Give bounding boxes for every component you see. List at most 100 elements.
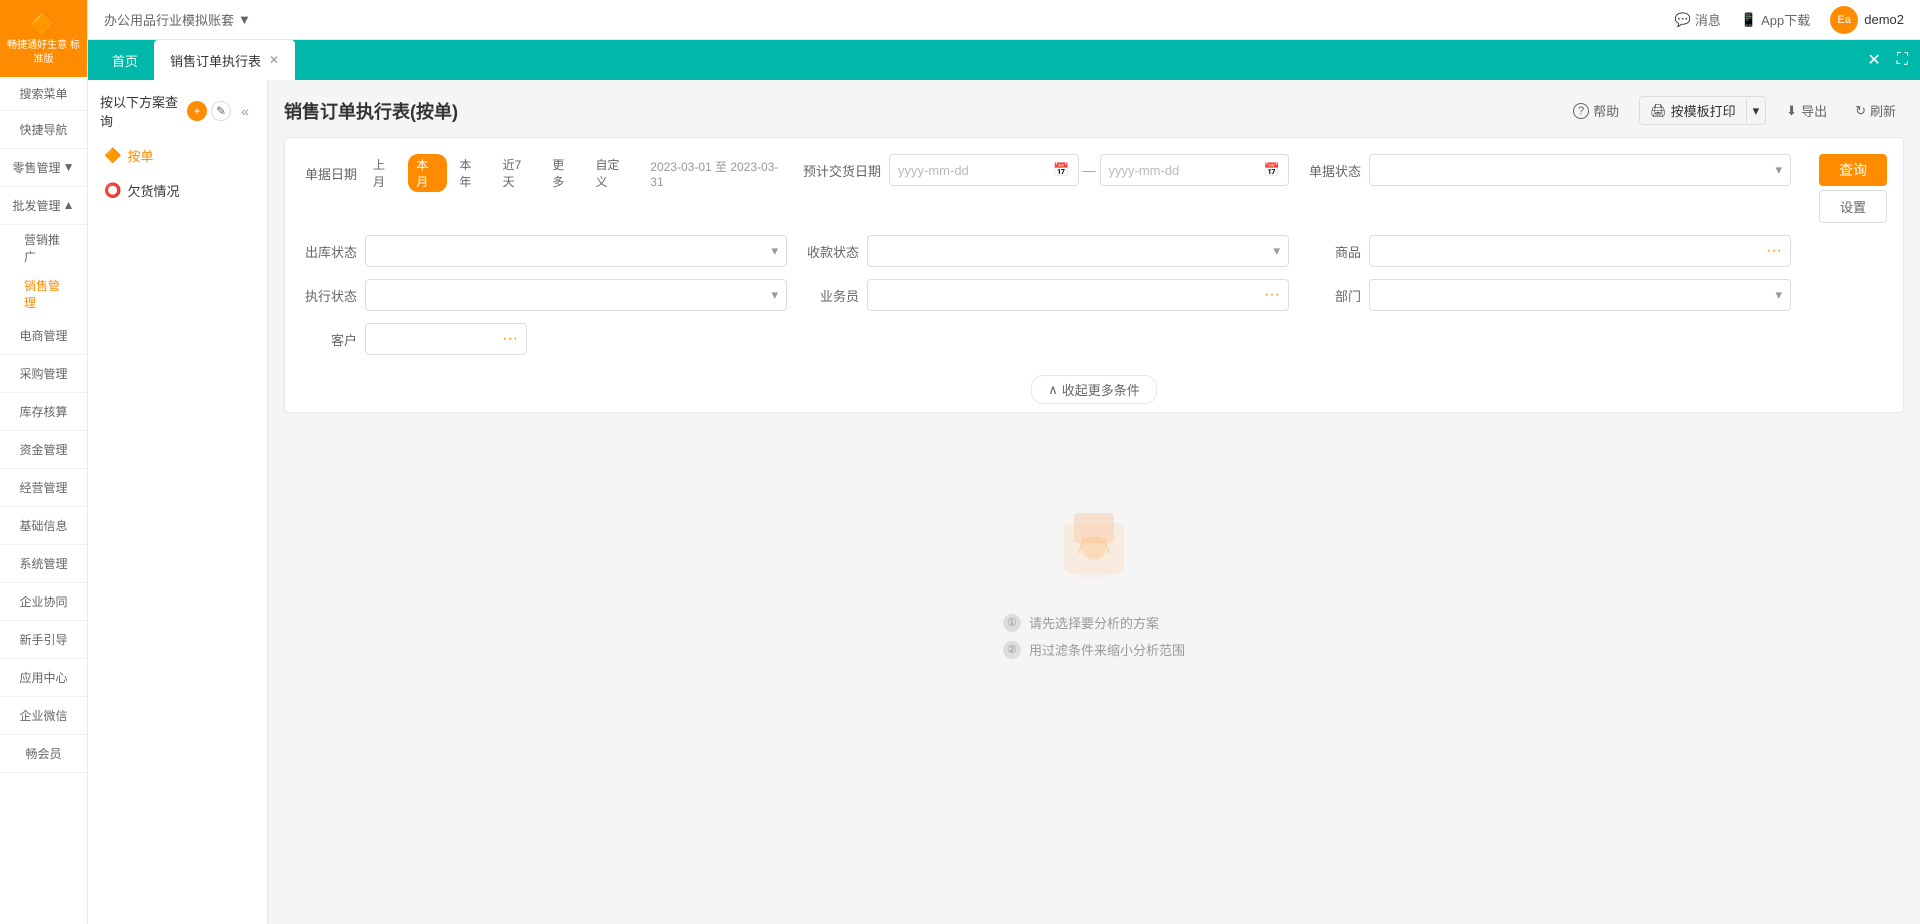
logo-icon: 🔶: [6, 10, 81, 39]
goods-dots-icon[interactable]: ···: [1766, 242, 1782, 260]
tab-sales-order[interactable]: 销售订单执行表 ✕: [154, 40, 295, 80]
execute-status-filter: 执行状态 ▾: [301, 279, 787, 311]
print-dropdown-icon: ▾: [1753, 103, 1760, 118]
sidebar-item-marketing[interactable]: 营销推广: [8, 225, 87, 271]
download-label: App下载: [1761, 10, 1810, 29]
avatar: Ea: [1830, 6, 1858, 34]
date-tab-7days[interactable]: 近7天: [495, 154, 541, 192]
sidebar-item-finance[interactable]: 资金管理: [0, 431, 87, 469]
date-tab-this-year[interactable]: 本年: [451, 154, 490, 192]
print-dropdown-btn[interactable]: ▾: [1746, 99, 1766, 123]
left-panel-header: 按以下方案查询 + ✎ «: [88, 92, 267, 138]
salesman-dots-icon[interactable]: ···: [1264, 286, 1280, 304]
sidebar-item-enterprise[interactable]: 企业协同: [0, 583, 87, 621]
sidebar-item-ecommerce[interactable]: 电商管理: [0, 317, 87, 355]
tab-sales-label: 销售订单执行表: [170, 51, 261, 70]
topbar-arrow-icon[interactable]: ▼: [238, 12, 251, 27]
execute-status-select[interactable]: ▾: [365, 279, 787, 311]
status-label: 单据状态: [1305, 161, 1361, 180]
date-tab-more[interactable]: 更多: [544, 154, 583, 192]
add-scheme-btn[interactable]: +: [187, 101, 207, 121]
enterprise-label: 企业协同: [19, 595, 67, 609]
sidebar-item-member[interactable]: 畅会员: [0, 735, 87, 773]
print-label: 按模板打印: [1671, 101, 1736, 120]
print-btn-group: 🖨 按模板打印 ▾: [1639, 96, 1766, 125]
customer-dots-icon[interactable]: ···: [502, 330, 518, 348]
scheme-shortage-icon: ⭕: [104, 182, 121, 199]
expected-date-to[interactable]: yyyy-mm-dd 📅: [1100, 154, 1290, 186]
receive-dropdown-icon: ▾: [1273, 243, 1280, 259]
calendar-icon-1[interactable]: 📅: [1053, 162, 1069, 178]
sidebar-item-inventory[interactable]: 库存核算: [0, 393, 87, 431]
export-label: 导出: [1801, 101, 1827, 120]
account-name: 办公用品行业模拟账套: [104, 10, 234, 29]
sidebar-item-wholesale[interactable]: 批发管理 ▲: [0, 187, 87, 225]
search-menu[interactable]: 搜索菜单: [0, 77, 87, 111]
refresh-icon: ↻: [1855, 103, 1866, 119]
status-select[interactable]: ▾: [1369, 154, 1791, 186]
sidebar-item-app-center[interactable]: 应用中心: [0, 659, 87, 697]
salesman-input[interactable]: ···: [867, 279, 1289, 311]
sidebar-item-quick-nav[interactable]: 快捷导航: [0, 111, 87, 149]
date-tab-this-month[interactable]: 本月: [408, 154, 447, 192]
page-actions: ? 帮助 🖨 按模板打印 ▾ ⬇ 导出: [1565, 96, 1904, 125]
customer-input[interactable]: ···: [365, 323, 527, 355]
date-tab-last-month[interactable]: 上月: [365, 154, 404, 192]
print-btn[interactable]: 🖨 按模板打印: [1640, 97, 1746, 124]
export-btn[interactable]: ⬇ 导出: [1778, 97, 1835, 124]
scheme-item-shortage[interactable]: ⭕ 欠货情况: [88, 173, 267, 208]
guide-label: 新手引导: [19, 633, 67, 647]
app-download-btn[interactable]: 📱 App下载: [1741, 10, 1810, 29]
tabbar: 首页 销售订单执行表 ✕ ✕ ⛶: [88, 40, 1920, 80]
query-btn[interactable]: 查询: [1819, 154, 1887, 186]
message-label: 消息: [1695, 10, 1721, 29]
sidebar-item-retail[interactable]: 零售管理 ▼: [0, 149, 87, 187]
collapse-btn[interactable]: ∧ 收起更多条件: [1031, 375, 1157, 404]
date-tab-custom[interactable]: 自定义: [587, 154, 638, 192]
wholesale-arrow: ▲: [63, 198, 75, 212]
sidebar-item-system[interactable]: 系统管理: [0, 545, 87, 583]
collapse-panel-btn[interactable]: «: [235, 101, 255, 121]
tab-expand-icon[interactable]: ⛶: [1893, 47, 1912, 73]
sidebar-item-basic-info[interactable]: 基础信息: [0, 507, 87, 545]
expected-date-filter: 预计交货日期 yyyy-mm-dd 📅 — yyyy-mm-dd 📅: [803, 154, 1289, 186]
out-status-select[interactable]: ▾: [365, 235, 787, 267]
finance-label: 资金管理: [19, 443, 67, 457]
calendar-icon-2[interactable]: 📅: [1264, 162, 1280, 178]
retail-label: 零售管理: [13, 159, 61, 176]
tab-close-icon[interactable]: ✕: [269, 53, 279, 67]
add-icon: +: [193, 104, 200, 118]
receive-status-select[interactable]: ▾: [867, 235, 1289, 267]
goods-filter: 商品 ···: [1305, 235, 1791, 267]
receive-status-label: 收款状态: [803, 242, 859, 261]
refresh-btn[interactable]: ↻ 刷新: [1847, 97, 1904, 124]
expected-date-from[interactable]: yyyy-mm-dd 📅: [889, 154, 1079, 186]
sidebar-item-operations[interactable]: 经营管理: [0, 469, 87, 507]
scheme-item-order[interactable]: 🔶 按单: [88, 138, 267, 173]
execute-dropdown-icon: ▾: [771, 287, 778, 303]
user-profile[interactable]: Ea demo2: [1830, 6, 1904, 34]
dept-select[interactable]: ▾: [1369, 279, 1791, 311]
help-icon: ?: [1573, 103, 1589, 119]
tab-close-window-icon[interactable]: ✕: [1863, 46, 1884, 74]
out-status-label: 出库状态: [301, 242, 357, 261]
sidebar-item-sales[interactable]: 销售管理: [8, 271, 87, 317]
sidebar-item-wechat[interactable]: 企业微信: [0, 697, 87, 735]
collapse-icon: «: [241, 103, 249, 119]
filter-row-3: 执行状态 ▾ 业务员 ··· 部门: [301, 279, 1887, 311]
sidebar-item-guide[interactable]: 新手引导: [0, 621, 87, 659]
edit-scheme-btn[interactable]: ✎: [211, 101, 231, 121]
wholesale-submenu: 营销推广 销售管理: [0, 225, 87, 317]
marketing-label: 营销推广: [24, 231, 71, 265]
scheme-shortage-label: 欠货情况: [127, 181, 179, 200]
tab-home[interactable]: 首页: [96, 40, 154, 80]
sidebar-item-purchase[interactable]: 采购管理: [0, 355, 87, 393]
page-title: 销售订单执行表(按单): [284, 98, 458, 124]
goods-input[interactable]: ···: [1369, 235, 1791, 267]
help-btn[interactable]: ? 帮助: [1565, 97, 1627, 124]
inventory-label: 库存核算: [19, 405, 67, 419]
customer-label: 客户: [301, 330, 357, 349]
settings-btn[interactable]: 设置: [1819, 190, 1887, 223]
quick-nav-label: 快捷导航: [19, 123, 67, 137]
message-btn[interactable]: 💬 消息: [1675, 10, 1721, 29]
